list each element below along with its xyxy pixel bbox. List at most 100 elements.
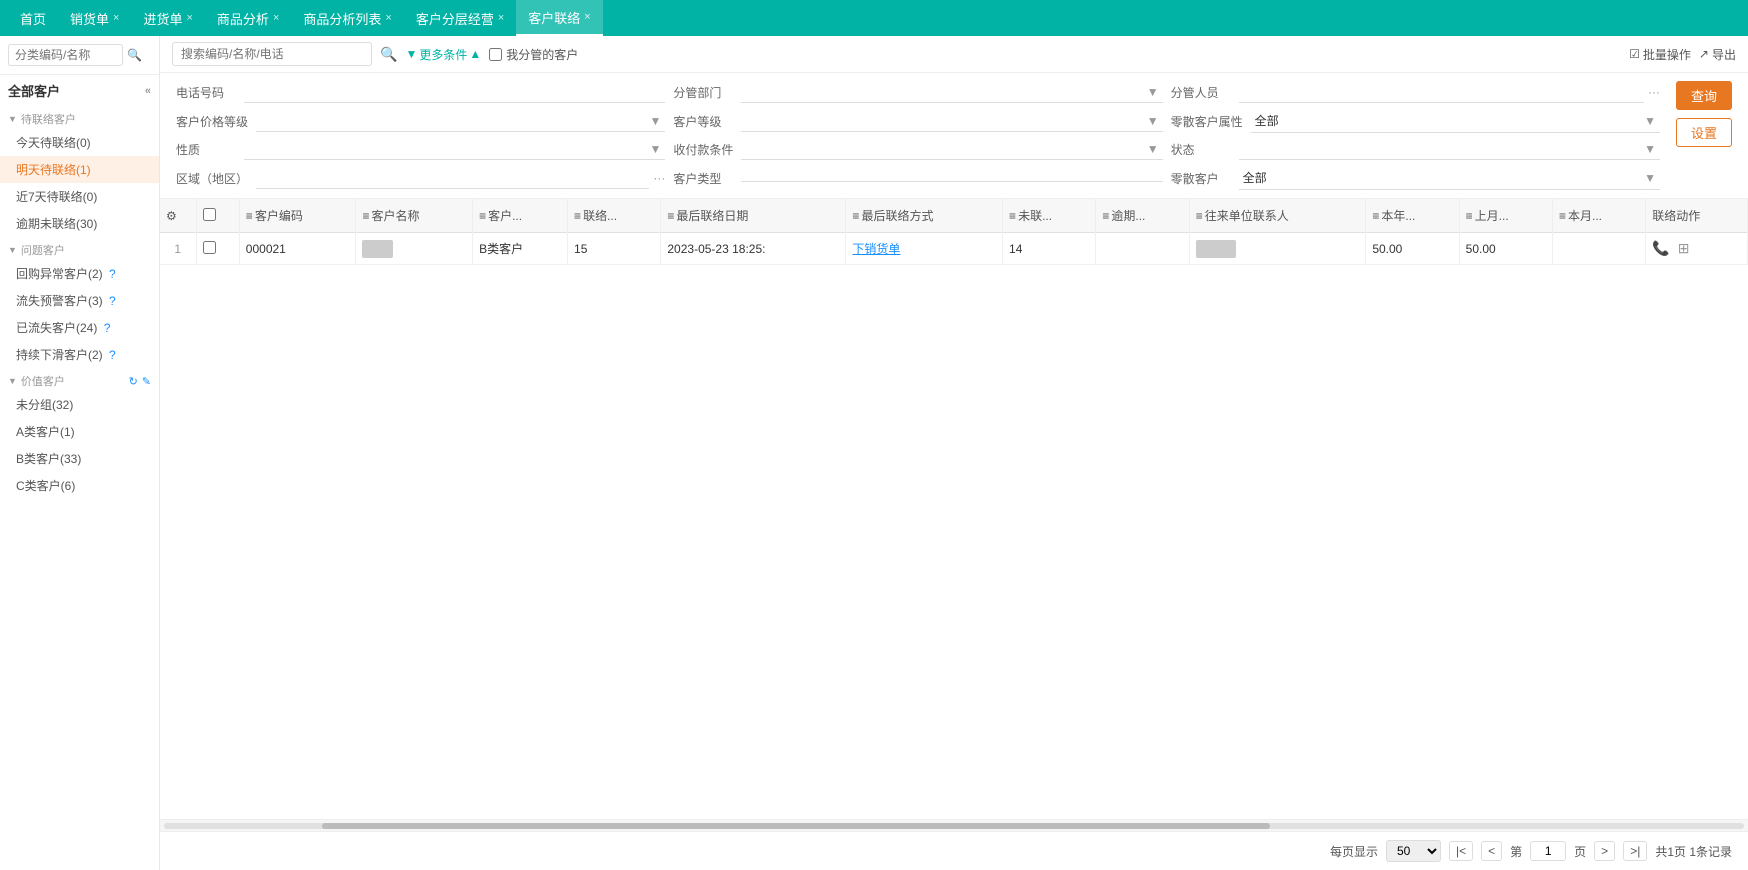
phone-action-icon[interactable]: 📞 <box>1652 240 1669 257</box>
status-select[interactable]: ▼ <box>1239 139 1660 160</box>
col-this-year[interactable]: ≡本年... <box>1366 199 1459 233</box>
my-customers-checkbox-label[interactable]: 我分管的客户 <box>489 46 578 63</box>
last-contact-link[interactable]: 下销货单 <box>852 242 900 256</box>
customer-level-select[interactable]: ▼ <box>741 111 1162 132</box>
nav-home[interactable]: 首页 <box>8 0 58 36</box>
nav-product-analysis[interactable]: 商品分析 × <box>205 0 291 36</box>
sidebar-tomorrow-pending[interactable]: 明天待联络(1) <box>0 156 159 183</box>
col-customer-type[interactable]: ≡客户... <box>473 199 568 233</box>
customer-type-select[interactable] <box>741 175 1162 182</box>
col-settings[interactable]: ⚙ <box>160 199 196 233</box>
sidebar-class-c[interactable]: C类客户(6) <box>0 472 159 499</box>
sidebar-class-b[interactable]: B类客户(33) <box>0 445 159 472</box>
retail-customer-select[interactable]: 全部 ▼ <box>1239 166 1660 190</box>
batch-op-button[interactable]: ☑ 批量操作 <box>1629 46 1691 63</box>
sidebar-today-pending[interactable]: 今天待联络(0) <box>0 129 159 156</box>
sidebar-search-icon[interactable]: 🔍 <box>127 48 142 62</box>
row-checkbox[interactable] <box>203 241 216 254</box>
col-this-month[interactable]: ≡本月... <box>1552 199 1645 233</box>
nav-close-icon[interactable]: × <box>113 12 119 24</box>
col-checkbox <box>196 199 239 233</box>
grid-action-icon[interactable]: ⊞ <box>1678 240 1690 257</box>
filter-row-2: 客户价格等级 ▼ 客户等级 ▼ <box>176 109 1660 133</box>
row-last-month: 50.00 <box>1459 233 1552 265</box>
checkbox-icon: ☑ <box>1629 47 1640 61</box>
dept-field: 分管部门 ▼ <box>673 82 1162 103</box>
set-button[interactable]: 设置 <box>1676 118 1732 147</box>
select-all-checkbox[interactable] <box>203 208 216 221</box>
refresh-icon[interactable]: ↻ <box>129 375 138 388</box>
sidebar-ungrouped[interactable]: 未分组(32) <box>0 391 159 418</box>
sidebar-churn-warning[interactable]: 流失预警客户(3) ? <box>0 287 159 314</box>
retail-attr-select[interactable]: 全部 ▼ <box>1251 109 1660 133</box>
nav-sales-order[interactable]: 销货单 × <box>58 0 131 36</box>
prev-page-button[interactable]: < <box>1481 841 1502 861</box>
search-submit-icon[interactable]: 🔍 <box>380 46 397 63</box>
sidebar-declining[interactable]: 持续下滑客户(2) ? <box>0 341 159 368</box>
sort-icon: ≡ <box>1009 209 1016 223</box>
dept-select[interactable]: ▼ <box>741 82 1162 103</box>
sidebar-7days-pending[interactable]: 近7天待联络(0) <box>0 183 159 210</box>
row-action: 📞 ⊞ <box>1646 233 1748 265</box>
settings-icon[interactable]: ⚙ <box>166 209 177 223</box>
customer-name-blurred: Ea <box>362 240 393 258</box>
col-contacts[interactable]: ≡联络... <box>568 199 661 233</box>
price-level-select[interactable]: ▼ <box>256 111 665 132</box>
top-navigation: 首页 销货单 × 进货单 × 商品分析 × 商品分析列表 × 客户分层经营 × … <box>0 0 1748 36</box>
col-not-contacted[interactable]: ≡未联... <box>1003 199 1096 233</box>
col-code[interactable]: ≡客户编码 <box>239 199 356 233</box>
export-icon: ↗ <box>1699 47 1709 61</box>
nature-caret-icon: ▼ <box>649 142 661 156</box>
sidebar-search-input[interactable] <box>8 44 123 66</box>
nav-close-icon[interactable]: × <box>385 12 391 24</box>
edit-icon[interactable]: ✎ <box>142 375 151 388</box>
horizontal-scrollbar[interactable] <box>160 819 1748 831</box>
nav-close-icon[interactable]: × <box>186 12 192 24</box>
sidebar-class-a[interactable]: A类客户(1) <box>0 418 159 445</box>
export-button[interactable]: ↗ 导出 <box>1699 46 1736 63</box>
page-input[interactable] <box>1530 841 1566 861</box>
nav-customer-segmentation[interactable]: 客户分层经营 × <box>404 0 516 36</box>
col-contact-person[interactable]: ≡往来单位联系人 <box>1189 199 1366 233</box>
nav-close-icon[interactable]: × <box>584 11 590 23</box>
col-last-contact-date[interactable]: ≡最后联络日期 <box>661 199 846 233</box>
sidebar-churned[interactable]: 已流失客户(24) ? <box>0 314 159 341</box>
col-last-month[interactable]: ≡上月... <box>1459 199 1552 233</box>
nav-purchase-order[interactable]: 进货单 × <box>131 0 204 36</box>
first-page-button[interactable]: |< <box>1449 841 1473 861</box>
nav-product-analysis-list[interactable]: 商品分析列表 × <box>291 0 403 36</box>
manager-input[interactable] <box>1239 81 1644 103</box>
all-customers-header[interactable]: 全部客户 « <box>0 75 159 106</box>
nav-close-icon[interactable]: × <box>498 12 504 24</box>
scrollbar-thumb[interactable] <box>322 823 1270 829</box>
query-button[interactable]: 查询 <box>1676 81 1732 110</box>
region-more-icon[interactable]: ··· <box>653 171 665 185</box>
nav-customer-contact[interactable]: 客户联络 × <box>516 0 602 36</box>
col-overdue[interactable]: ≡逾期... <box>1096 199 1189 233</box>
next-page-button[interactable]: > <box>1594 841 1615 861</box>
more-filter-button[interactable]: ▼ 更多条件 ▲ <box>405 46 481 63</box>
payment-caret-icon: ▼ <box>1147 142 1159 156</box>
filter-action-buttons: 查询 设置 <box>1676 81 1732 190</box>
sidebar-search-area: 🔍 <box>0 36 159 75</box>
page-size-select[interactable]: 50 100 200 <box>1386 840 1441 862</box>
sidebar-overdue-pending[interactable]: 逾期未联络(30) <box>0 210 159 237</box>
search-input[interactable] <box>172 42 372 66</box>
data-table-container: ⚙ ≡客户编码 ≡客户名称 ≡客户... ≡联络... ≡最后联络日期 ≡最后联… <box>160 199 1748 819</box>
retail-customer-field: 零散客户 全部 ▼ <box>1171 166 1660 190</box>
col-last-contact-method[interactable]: ≡最后联络方式 <box>846 199 1003 233</box>
content-area: 🔍 ▼ 更多条件 ▲ 我分管的客户 ☑ 批量操作 ↗ 导出 <box>160 36 1748 870</box>
payment-field: 收付款条件 ▼ <box>673 139 1162 160</box>
nav-close-icon[interactable]: × <box>273 12 279 24</box>
sort-icon: ≡ <box>1102 209 1109 223</box>
my-customers-checkbox[interactable] <box>489 48 502 61</box>
col-name[interactable]: ≡客户名称 <box>356 199 473 233</box>
nature-select[interactable]: ▼ <box>244 139 665 160</box>
manager-more-icon[interactable]: ··· <box>1648 85 1660 99</box>
table-row: 1 000021 Ea B类客户 15 2023-05-23 18:25: 下销… <box>160 233 1748 265</box>
region-input[interactable] <box>256 167 649 189</box>
sidebar-repurchase-abnormal[interactable]: 回购异常客户(2) ? <box>0 260 159 287</box>
last-page-button[interactable]: >| <box>1623 841 1647 861</box>
phone-input[interactable] <box>244 81 665 103</box>
payment-select[interactable]: ▼ <box>741 139 1162 160</box>
